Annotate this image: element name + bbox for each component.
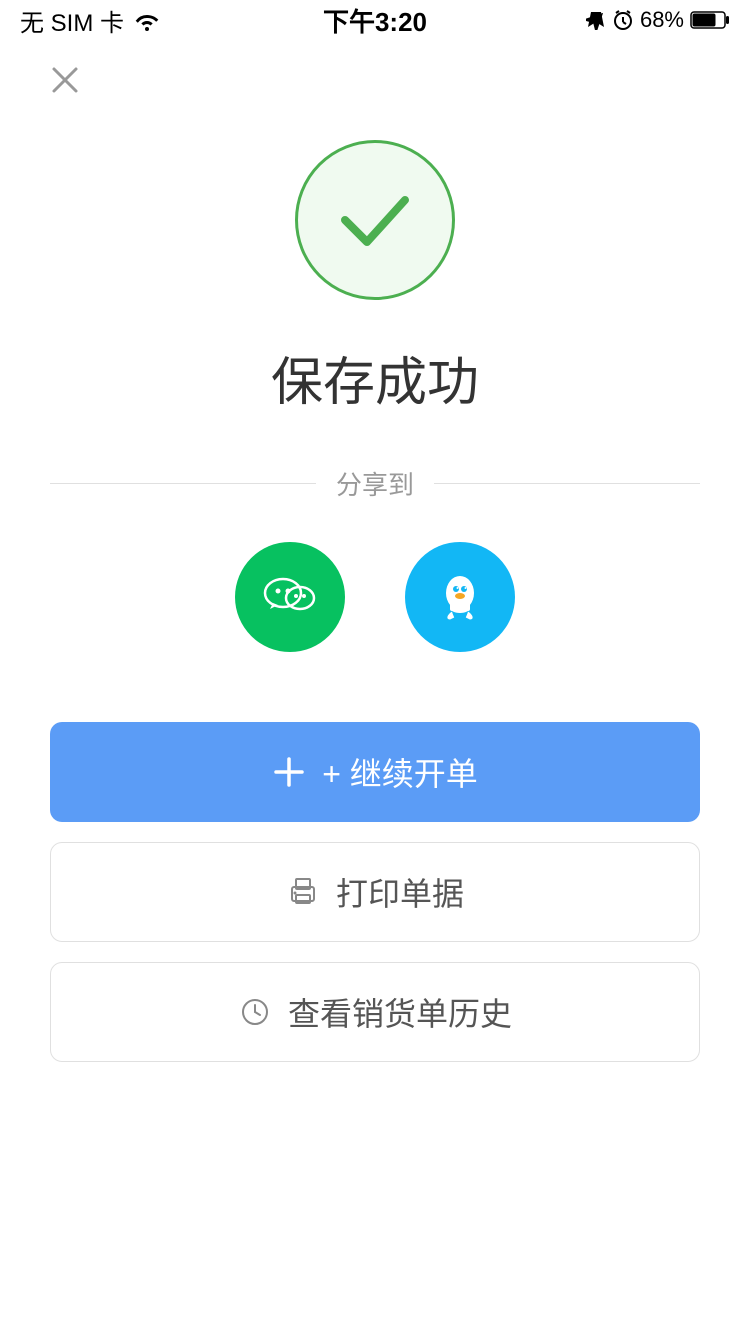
plus-icon (272, 755, 306, 789)
print-button[interactable]: 打印单据 (50, 842, 700, 942)
no-sim-text: 无 SIM 卡 (20, 3, 124, 38)
print-label: 打印单据 (336, 869, 464, 915)
qq-share-button[interactable] (405, 542, 515, 652)
success-title: 保存成功 (271, 340, 479, 415)
divider-line-right (434, 483, 700, 484)
history-label: 查看销货单历史 (288, 989, 512, 1035)
wechat-icon (258, 565, 323, 630)
location-icon (586, 10, 606, 30)
history-icon (238, 995, 272, 1029)
wechat-share-button[interactable] (235, 542, 345, 652)
divider-line-left (50, 483, 316, 484)
close-button[interactable] (40, 55, 90, 105)
status-time: 下午3:20 (323, 2, 427, 39)
continue-button[interactable]: + 继续开单 (50, 722, 700, 822)
share-icons (235, 542, 515, 652)
battery-text: 68% (640, 7, 684, 33)
continue-label: + 继续开单 (322, 749, 478, 795)
share-label: 分享到 (316, 465, 434, 502)
share-divider: 分享到 (0, 465, 750, 502)
status-left: 无 SIM 卡 (20, 3, 162, 38)
alarm-icon (612, 9, 634, 31)
qq-icon (428, 565, 493, 630)
checkmark-icon (330, 175, 420, 265)
close-icon (50, 65, 80, 95)
actions: + 继续开单 打印单据 查看销货单历史 (0, 722, 750, 1062)
history-button[interactable]: 查看销货单历史 (50, 962, 700, 1062)
status-bar: 无 SIM 卡 下午3:20 68% (0, 0, 750, 40)
status-right: 68% (586, 7, 730, 33)
success-circle (295, 140, 455, 300)
main-content: 保存成功 分享到 (0, 40, 750, 1062)
wifi-icon (132, 9, 162, 31)
battery-icon (690, 10, 730, 30)
print-icon (286, 875, 320, 909)
share-section: 分享到 (0, 465, 750, 652)
